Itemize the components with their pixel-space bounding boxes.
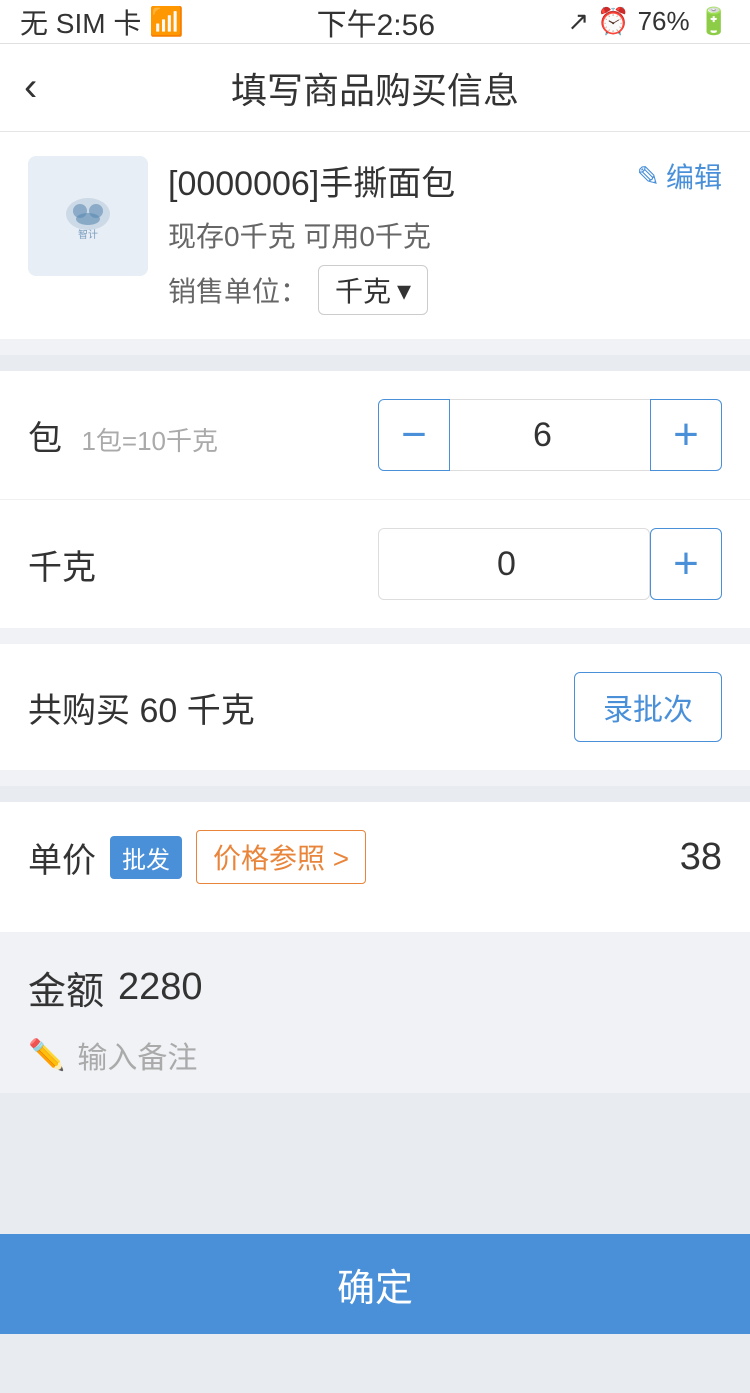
product-logo-icon: 智计 — [58, 186, 118, 246]
wifi-icon: 📶 — [149, 5, 184, 38]
stock-label: 现存0千克 — [168, 221, 296, 252]
price-label: 单价 — [28, 833, 96, 882]
edit-button[interactable]: ✎ 编辑 — [637, 156, 722, 196]
kg-quantity-input[interactable] — [378, 528, 650, 600]
input-section: 包 1包=10千克 − + 千克 + — [0, 371, 750, 628]
status-left: 无 SIM 卡 📶 — [20, 2, 184, 42]
edit-note-icon: ✏️ — [28, 1038, 65, 1073]
amount-label: 金额 — [28, 960, 104, 1015]
price-section: 单价 批发 价格参照 > 38 — [0, 802, 750, 932]
status-time: 下午2:56 — [317, 0, 435, 44]
battery-label: 76% — [638, 6, 690, 37]
svg-text:智计: 智计 — [78, 228, 98, 241]
price-row: 单价 批发 价格参照 > 38 — [28, 830, 722, 884]
edit-label: 编辑 — [666, 156, 722, 196]
price-value: 38 — [680, 836, 722, 879]
package-sublabel: 1包=10千克 — [81, 426, 218, 456]
package-label-text: 包 — [28, 420, 62, 458]
section-divider — [0, 355, 750, 371]
confirm-bar[interactable]: 确定 — [0, 1234, 750, 1334]
amount-section: 金额 2280 ✏️ 输入备注 — [0, 932, 750, 1093]
package-decrement-button[interactable]: − — [378, 399, 450, 471]
available-label: 可用0千克 — [303, 221, 431, 252]
product-stock: 现存0千克 可用0千克 — [168, 215, 722, 255]
status-right: ↗ ⏰ 76% 🔋 — [567, 6, 730, 37]
kg-label: 千克 — [28, 540, 378, 589]
note-placeholder[interactable]: 输入备注 — [77, 1033, 197, 1077]
product-card: 智计 [0000006]手撕面包 现存0千克 可用0千克 销售单位： 千克 ▾ … — [0, 132, 750, 339]
gps-icon: ↗ — [567, 6, 589, 37]
batch-button[interactable]: 录批次 — [574, 672, 722, 742]
kg-increment-button[interactable]: + — [650, 528, 722, 600]
package-label: 包 1包=10千克 — [28, 411, 378, 460]
product-unit-row: 销售单位： 千克 ▾ — [168, 265, 722, 315]
sim-label: 无 SIM 卡 — [20, 2, 141, 42]
section-divider-2 — [0, 786, 750, 802]
unit-value: 千克 — [335, 270, 391, 310]
unit-selector[interactable]: 千克 ▾ — [318, 265, 428, 315]
amount-value: 2280 — [118, 966, 203, 1009]
status-bar: 无 SIM 卡 📶 下午2:56 ↗ ⏰ 76% 🔋 — [0, 0, 750, 44]
alarm-icon: ⏰ — [597, 6, 629, 37]
dropdown-icon: ▾ — [397, 274, 411, 307]
package-quantity-input[interactable] — [450, 399, 650, 471]
kg-quantity-control: + — [378, 528, 722, 600]
wholesale-badge: 批发 — [110, 836, 182, 879]
total-row: 共购买 60 千克 录批次 — [0, 644, 750, 770]
unit-label: 销售单位： — [168, 270, 308, 310]
price-reference-button[interactable]: 价格参照 > — [196, 830, 366, 884]
amount-row: 金额 2280 — [28, 960, 722, 1015]
note-row[interactable]: ✏️ 输入备注 — [28, 1033, 722, 1077]
package-quantity-control: − + — [378, 399, 722, 471]
edit-icon: ✎ — [637, 160, 660, 193]
kg-input-row: 千克 + — [0, 500, 750, 628]
confirm-text: 确定 — [337, 1257, 413, 1312]
nav-bar: ‹ 填写商品购买信息 — [0, 44, 750, 132]
product-thumbnail: 智计 — [28, 156, 148, 276]
battery-icon: 🔋 — [698, 6, 730, 37]
package-input-row: 包 1包=10千克 − + — [0, 371, 750, 500]
total-label: 共购买 60 千克 — [28, 683, 255, 732]
package-increment-button[interactable]: + — [650, 399, 722, 471]
page-title: 填写商品购买信息 — [231, 62, 519, 114]
back-button[interactable]: ‹ — [24, 65, 37, 110]
